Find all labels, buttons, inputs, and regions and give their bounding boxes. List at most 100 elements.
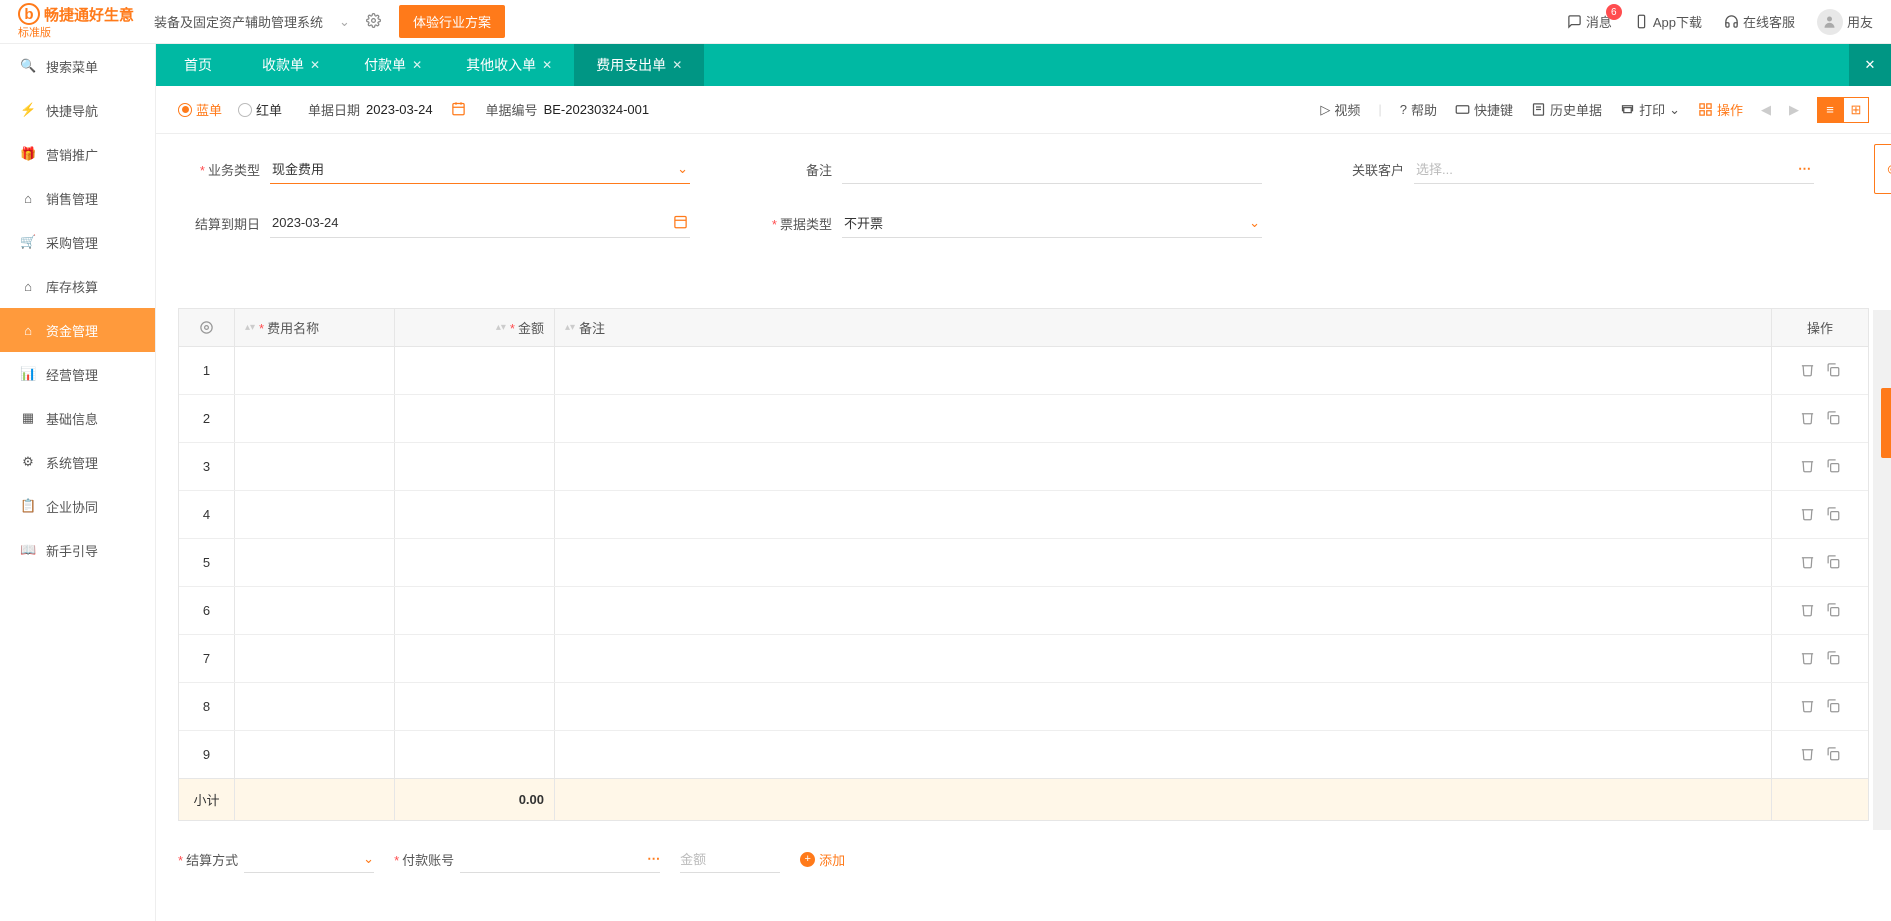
online-service-button[interactable]: 在线客服 <box>1724 12 1795 31</box>
sidebar-item-guide[interactable]: 📖新手引导 <box>0 528 155 572</box>
cell-name[interactable] <box>235 395 395 442</box>
sidebar-item-info[interactable]: ▦基础信息 <box>0 396 155 440</box>
sidebar-item-biz[interactable]: 📊经营管理 <box>0 352 155 396</box>
delete-icon[interactable] <box>1800 410 1815 428</box>
header-amount[interactable]: ▴▾ 金额 <box>395 309 555 346</box>
view-mode-a[interactable]: ≡ <box>1817 97 1843 123</box>
copy-icon[interactable] <box>1825 554 1840 572</box>
system-dropdown-icon[interactable]: ⌄ <box>333 14 356 30</box>
experience-button[interactable]: 体验行业方案 <box>399 5 505 38</box>
settings-button[interactable]: 设置 <box>1874 144 1891 194</box>
copy-icon[interactable] <box>1825 698 1840 716</box>
settle-select[interactable]: ⌄ <box>244 845 374 873</box>
copy-icon[interactable] <box>1825 410 1840 428</box>
add-button[interactable]: + 添加 <box>800 850 845 869</box>
copy-icon[interactable] <box>1825 746 1840 764</box>
cell-amount[interactable] <box>395 491 555 538</box>
table-row[interactable]: 2 <box>179 395 1868 443</box>
copy-icon[interactable] <box>1825 458 1840 476</box>
cell-name[interactable] <box>235 347 395 394</box>
cell-remark[interactable] <box>555 395 1772 442</box>
sidebar-item-search[interactable]: 🔍搜索菜单 <box>0 44 155 88</box>
sidebar-item-sys[interactable]: ⚙系统管理 <box>0 440 155 484</box>
header-gear[interactable] <box>179 309 235 346</box>
calendar-icon[interactable] <box>451 101 466 119</box>
header-remark[interactable]: ▴▾ 备注 <box>555 309 1772 346</box>
table-row[interactable]: 7 <box>179 635 1868 683</box>
close-icon[interactable]: ✕ <box>542 58 552 72</box>
cell-remark[interactable] <box>555 635 1772 682</box>
cell-amount[interactable] <box>395 395 555 442</box>
cell-name[interactable] <box>235 731 395 778</box>
delete-icon[interactable] <box>1800 554 1815 572</box>
user-menu[interactable]: 用友 <box>1817 9 1873 35</box>
sidebar-item-fund[interactable]: ⌂资金管理 <box>0 308 155 352</box>
side-handle[interactable] <box>1881 388 1891 458</box>
copy-icon[interactable] <box>1825 650 1840 668</box>
table-row[interactable]: 9 <box>179 731 1868 778</box>
copy-icon[interactable] <box>1825 506 1840 524</box>
sidebar-item-corp[interactable]: 📋企业协同 <box>0 484 155 528</box>
cell-remark[interactable] <box>555 731 1772 778</box>
delete-icon[interactable] <box>1800 458 1815 476</box>
delete-icon[interactable] <box>1800 602 1815 620</box>
table-row[interactable]: 3 <box>179 443 1868 491</box>
cell-remark[interactable] <box>555 347 1772 394</box>
header-name[interactable]: ▴▾ 费用名称 <box>235 309 395 346</box>
cell-amount[interactable] <box>395 731 555 778</box>
tab-1[interactable]: 收款单✕ <box>240 44 342 86</box>
cell-remark[interactable] <box>555 587 1772 634</box>
delete-icon[interactable] <box>1800 650 1815 668</box>
cell-amount[interactable] <box>395 635 555 682</box>
radio-blue[interactable]: 蓝单 <box>178 100 222 119</box>
cell-amount[interactable] <box>395 347 555 394</box>
cell-remark[interactable] <box>555 491 1772 538</box>
prev-icon[interactable]: ◀ <box>1761 102 1771 118</box>
cell-name[interactable] <box>235 587 395 634</box>
history-button[interactable]: 历史单据 <box>1531 100 1602 119</box>
sidebar-item-cart[interactable]: 🛒采购管理 <box>0 220 155 264</box>
tab-4[interactable]: 费用支出单✕ <box>574 44 704 86</box>
copy-icon[interactable] <box>1825 362 1840 380</box>
cell-name[interactable] <box>235 683 395 730</box>
tab-bar-close[interactable]: ✕ <box>1849 44 1891 86</box>
sidebar-item-stock[interactable]: ⌂库存核算 <box>0 264 155 308</box>
table-row[interactable]: 1 <box>179 347 1868 395</box>
view-mode-b[interactable]: ⊞ <box>1843 97 1869 123</box>
account-select[interactable]: ⋯ <box>460 845 660 873</box>
customer-select[interactable]: 选择... ⋯ <box>1414 154 1814 184</box>
close-icon[interactable]: ✕ <box>412 58 422 72</box>
sidebar-item-nav[interactable]: ⚡快捷导航 <box>0 88 155 132</box>
help-button[interactable]: ? 帮助 <box>1400 100 1437 119</box>
cell-remark[interactable] <box>555 539 1772 586</box>
sidebar-item-sale[interactable]: ⌂销售管理 <box>0 176 155 220</box>
system-settings-icon[interactable] <box>356 13 391 31</box>
due-date-input[interactable]: 2023-03-24 <box>270 208 690 238</box>
messages-button[interactable]: 消息 6 <box>1567 12 1612 31</box>
doc-date-value[interactable]: 2023-03-24 <box>366 102 433 117</box>
delete-icon[interactable] <box>1800 698 1815 716</box>
close-icon[interactable]: ✕ <box>672 58 682 72</box>
cell-remark[interactable] <box>555 443 1772 490</box>
cell-amount[interactable] <box>395 443 555 490</box>
delete-icon[interactable] <box>1800 362 1815 380</box>
cell-amount[interactable] <box>395 539 555 586</box>
cell-name[interactable] <box>235 635 395 682</box>
table-row[interactable]: 6 <box>179 587 1868 635</box>
delete-icon[interactable] <box>1800 746 1815 764</box>
tab-2[interactable]: 付款单✕ <box>342 44 444 86</box>
cell-amount[interactable] <box>395 587 555 634</box>
app-download-button[interactable]: App下载 <box>1634 12 1702 31</box>
table-row[interactable]: 4 <box>179 491 1868 539</box>
table-row[interactable]: 5 <box>179 539 1868 587</box>
cell-name[interactable] <box>235 491 395 538</box>
copy-icon[interactable] <box>1825 602 1840 620</box>
video-button[interactable]: ▷ 视频 <box>1320 100 1360 119</box>
close-icon[interactable]: ✕ <box>310 58 320 72</box>
tab-0[interactable]: 首页 <box>156 44 240 86</box>
operate-button[interactable]: 操作 <box>1698 100 1743 119</box>
cell-remark[interactable] <box>555 683 1772 730</box>
business-type-select[interactable]: 现金费用 ⌄ <box>270 154 690 184</box>
table-row[interactable]: 8 <box>179 683 1868 731</box>
delete-icon[interactable] <box>1800 506 1815 524</box>
